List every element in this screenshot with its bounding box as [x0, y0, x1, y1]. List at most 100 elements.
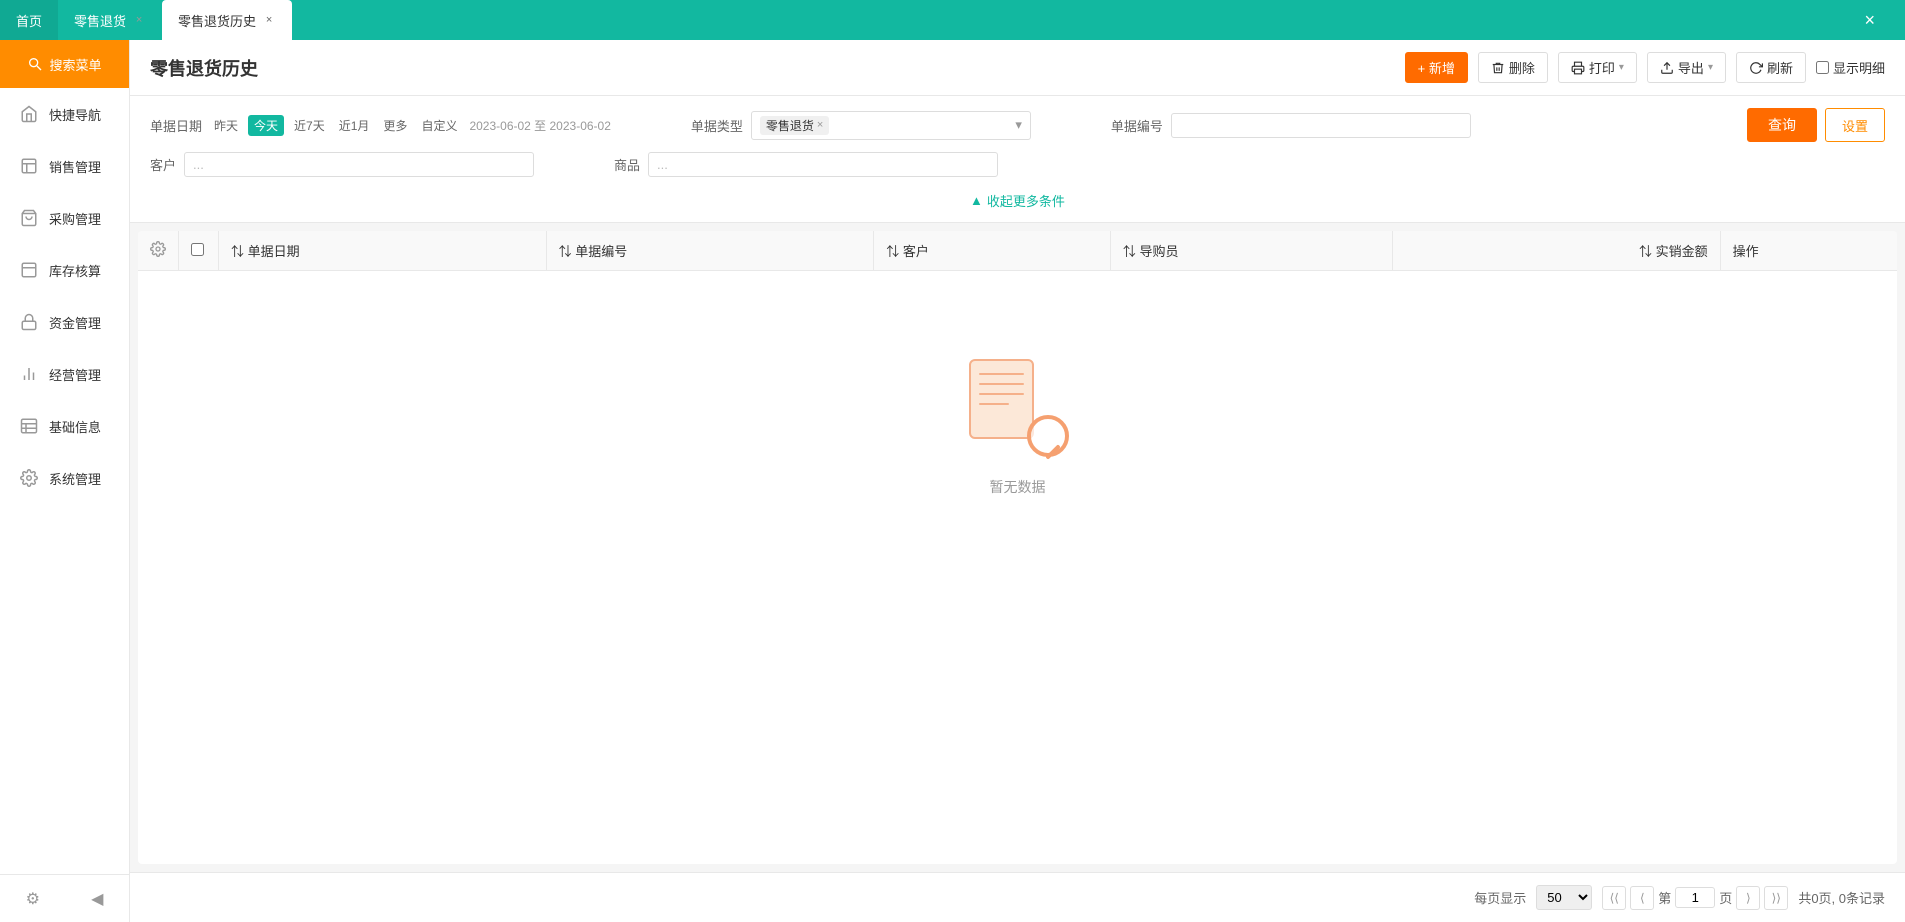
- sidebar-item-quick-nav[interactable]: 快捷导航: [0, 88, 129, 140]
- goods-select[interactable]: ...: [648, 152, 998, 177]
- bill-no-input[interactable]: [1171, 113, 1471, 138]
- collapse-more-conditions[interactable]: ▲ 收起更多条件: [970, 191, 1065, 210]
- sidebar-item-system-mgmt[interactable]: 系统管理: [0, 452, 129, 504]
- export-icon: [1660, 61, 1674, 75]
- th-operation: 操作: [1720, 231, 1897, 271]
- th-customer-label: ⇅ 客户: [886, 244, 929, 259]
- tab-home[interactable]: 首页: [0, 0, 58, 40]
- page-prev-button[interactable]: ⟨: [1630, 886, 1654, 910]
- bill-type-label: 单据类型: [691, 116, 743, 135]
- column-settings-icon[interactable]: [150, 241, 166, 257]
- shortcut-yesterday[interactable]: 昨天: [210, 115, 242, 136]
- print-chevron-icon: ▾: [1619, 62, 1624, 73]
- sidebar-item-label-purchase-mgmt: 采购管理: [49, 209, 101, 228]
- customer-select[interactable]: ...: [184, 152, 534, 177]
- th-settings: [138, 231, 179, 271]
- top-bar-right: ×: [1854, 10, 1905, 31]
- page-nav: ⟨⟨ ⟨ 第 页 ⟩ ⟩⟩: [1602, 886, 1788, 910]
- sidebar-bottom: ⚙ ◀: [0, 874, 129, 922]
- th-checkbox[interactable]: [179, 231, 219, 271]
- sidebar-item-finance-mgmt[interactable]: 资金管理: [0, 296, 129, 348]
- query-button[interactable]: 查询: [1747, 108, 1817, 142]
- shortcut-today[interactable]: 今天: [248, 115, 284, 136]
- collapse-sidebar-button[interactable]: ◀: [91, 889, 103, 909]
- tab-retail-return-history[interactable]: 零售退货历史 ×: [162, 0, 292, 40]
- sidebar-item-basic-info[interactable]: 基础信息: [0, 400, 129, 452]
- bill-type-select[interactable]: 零售退货 × ▾: [751, 111, 1031, 140]
- page-last-button[interactable]: ⟩⟩: [1764, 886, 1788, 910]
- search-menu-button[interactable]: 搜索菜单: [0, 40, 129, 88]
- bill-type-tag: 零售退货 ×: [760, 116, 829, 135]
- home-icon: [19, 104, 39, 124]
- show-detail-checkbox[interactable]: [1816, 61, 1829, 74]
- goods-placeholder: ...: [657, 157, 668, 172]
- filter-area: 单据日期 昨天 今天 近7天 近1月 更多 自定义 2023-06-02 至 2…: [130, 96, 1905, 223]
- tab-retail-return-close[interactable]: ×: [132, 13, 146, 27]
- th-bill-no-label: ⇅ 单据编号: [559, 244, 628, 259]
- tab-retail-return-history-label: 零售退货历史: [178, 11, 256, 30]
- sidebar-item-sales-mgmt[interactable]: 销售管理: [0, 140, 129, 192]
- shortcut-last1month[interactable]: 近1月: [335, 115, 374, 136]
- th-guide[interactable]: ⇅ 导购员: [1110, 231, 1392, 271]
- table-icon: [19, 416, 39, 436]
- main-layout: 搜索菜单 快捷导航 销售管理 采购管理: [0, 40, 1905, 922]
- tab-retail-return[interactable]: 零售退货 ×: [58, 0, 162, 40]
- page-suffix: 页: [1719, 888, 1732, 907]
- show-detail-label: 显示明细: [1833, 58, 1885, 77]
- new-button[interactable]: + 新增: [1405, 52, 1468, 83]
- filter-bill-date: 单据日期 昨天 今天 近7天 近1月 更多 自定义 2023-06-02 至 2…: [150, 115, 611, 136]
- bill-type-tag-remove[interactable]: ×: [817, 119, 823, 131]
- sidebar-item-inventory-calc[interactable]: 库存核算: [0, 244, 129, 296]
- export-button[interactable]: 导出 ▾: [1647, 52, 1726, 83]
- settings-bottom-button[interactable]: ⚙: [26, 889, 40, 909]
- filter-row-1: 单据日期 昨天 今天 近7天 近1月 更多 自定义 2023-06-02 至 2…: [150, 108, 1885, 142]
- delete-button[interactable]: 删除: [1478, 52, 1548, 83]
- show-detail-checkbox-label[interactable]: 显示明细: [1816, 58, 1885, 77]
- sidebar-item-purchase-mgmt[interactable]: 采购管理: [0, 192, 129, 244]
- collapse-row: ▲ 收起更多条件: [150, 187, 1885, 210]
- th-bill-no[interactable]: ⇅ 单据编号: [546, 231, 874, 271]
- empty-state-row: 暂无数据: [138, 271, 1897, 578]
- close-window-button[interactable]: ×: [1854, 10, 1885, 31]
- filter-customer: 客户 ...: [150, 152, 534, 177]
- settings-button[interactable]: 设置: [1825, 108, 1885, 142]
- th-amount[interactable]: ⇅ 实销金额: [1393, 231, 1721, 271]
- total-info: 共0页, 0条记录: [1798, 888, 1885, 907]
- box-icon: [19, 260, 39, 280]
- th-customer[interactable]: ⇅ 客户: [874, 231, 1111, 271]
- page-number-input[interactable]: [1675, 887, 1715, 908]
- empty-text: 暂无数据: [990, 477, 1046, 497]
- sidebar-item-label-finance-mgmt: 资金管理: [49, 313, 101, 332]
- bill-date-label: 单据日期: [150, 116, 202, 135]
- refresh-button[interactable]: 刷新: [1736, 52, 1806, 83]
- magnify-circle: [1027, 415, 1069, 457]
- th-bill-date[interactable]: ⇅ 单据日期: [219, 231, 547, 271]
- tab-retail-return-history-close[interactable]: ×: [262, 13, 276, 27]
- select-all-checkbox[interactable]: [191, 243, 204, 256]
- page-first-button[interactable]: ⟨⟨: [1602, 886, 1626, 910]
- shortcut-last7[interactable]: 近7天: [290, 115, 329, 136]
- goods-label: 商品: [614, 155, 640, 174]
- collapse-label: 收起更多条件: [987, 191, 1065, 210]
- print-button[interactable]: 打印 ▾: [1558, 52, 1637, 83]
- filter-goods: 商品 ...: [614, 152, 998, 177]
- tab-bar: 首页 零售退货 × 零售退货历史 ×: [0, 0, 1854, 40]
- filter-row-2: 客户 ... 商品 ...: [150, 152, 1885, 177]
- page-size-select[interactable]: 50 10 20 100: [1536, 885, 1592, 910]
- search-icon: [27, 56, 43, 72]
- bill-type-chevron-icon: ▾: [1015, 117, 1022, 133]
- table-body: 暂无数据: [138, 271, 1897, 578]
- lock-icon: [19, 312, 39, 332]
- sidebar-nav: 快捷导航 销售管理 采购管理 库存核算: [0, 88, 129, 874]
- sidebar-item-label-quick-nav: 快捷导航: [49, 105, 101, 124]
- sidebar-item-operation-mgmt[interactable]: 经营管理: [0, 348, 129, 400]
- shortcut-more[interactable]: 更多: [379, 115, 411, 136]
- shortcut-custom[interactable]: 自定义: [417, 115, 461, 136]
- tab-retail-return-label: 零售退货: [74, 11, 126, 30]
- pagination: 每页显示 50 10 20 100 ⟨⟨ ⟨ 第 页 ⟩ ⟩⟩ 共0页, 0条记…: [130, 872, 1905, 922]
- export-chevron-icon: ▾: [1708, 62, 1713, 73]
- page-next-button[interactable]: ⟩: [1736, 886, 1760, 910]
- bag-icon: [19, 208, 39, 228]
- sidebar-item-label-inventory-calc: 库存核算: [49, 261, 101, 280]
- header-actions: + 新增 删除 打印 ▾ 导出 ▾ 刷新: [1405, 52, 1885, 83]
